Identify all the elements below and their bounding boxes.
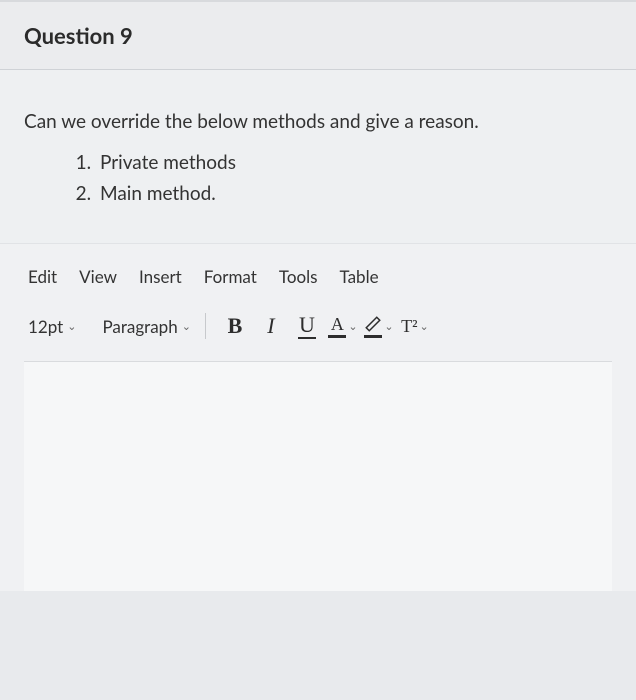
- superscript-button[interactable]: T² ⌄: [400, 311, 430, 341]
- toolbar-separator: [205, 313, 206, 339]
- textcolor-button[interactable]: A ⌄: [328, 311, 358, 341]
- menu-table[interactable]: Table: [340, 266, 379, 287]
- menu-insert[interactable]: Insert: [139, 266, 182, 287]
- block-label: Paragraph: [102, 316, 177, 337]
- list-item: Main method.: [96, 182, 612, 205]
- question-prompt: Can we override the below methods and gi…: [24, 110, 612, 133]
- block-dropdown[interactable]: Paragraph ⌄: [102, 314, 190, 339]
- question-title: Question 9: [24, 22, 612, 49]
- italic-icon: I: [267, 313, 274, 339]
- superscript-icon: T²: [401, 316, 417, 337]
- highlight-button[interactable]: ⌄: [364, 311, 394, 341]
- highlight-icon: [364, 315, 382, 338]
- chevron-down-icon: ⌄: [420, 320, 429, 333]
- menu-edit[interactable]: Edit: [28, 266, 57, 287]
- menu-view[interactable]: View: [79, 266, 117, 287]
- chevron-down-icon: ⌄: [348, 320, 357, 333]
- editor-menubar: Edit View Insert Format Tools Table: [24, 244, 612, 301]
- menu-format[interactable]: Format: [204, 266, 257, 287]
- editor-textarea[interactable]: [24, 361, 612, 591]
- question-list: Private methods Main method.: [24, 151, 612, 205]
- textcolor-icon: A: [328, 315, 346, 338]
- chevron-down-icon: ⌄: [182, 320, 191, 333]
- bold-button[interactable]: B: [220, 311, 250, 341]
- italic-button[interactable]: I: [256, 311, 286, 341]
- underline-button[interactable]: U: [292, 311, 322, 341]
- editor-toolbar: 12pt ⌄ Paragraph ⌄ B I U A ⌄: [24, 301, 612, 355]
- list-item: Private methods: [96, 151, 612, 174]
- underline-icon: U: [298, 314, 316, 339]
- question-body: Can we override the below methods and gi…: [0, 70, 636, 244]
- fontsize-label: 12pt: [28, 316, 63, 337]
- editor-section: Edit View Insert Format Tools Table 12pt…: [0, 244, 636, 591]
- chevron-down-icon: ⌄: [384, 320, 393, 333]
- question-header: Question 9: [0, 0, 636, 70]
- menu-tools[interactable]: Tools: [279, 266, 318, 287]
- chevron-down-icon: ⌄: [67, 320, 76, 333]
- fontsize-dropdown[interactable]: 12pt ⌄: [28, 314, 76, 339]
- bold-icon: B: [228, 313, 243, 339]
